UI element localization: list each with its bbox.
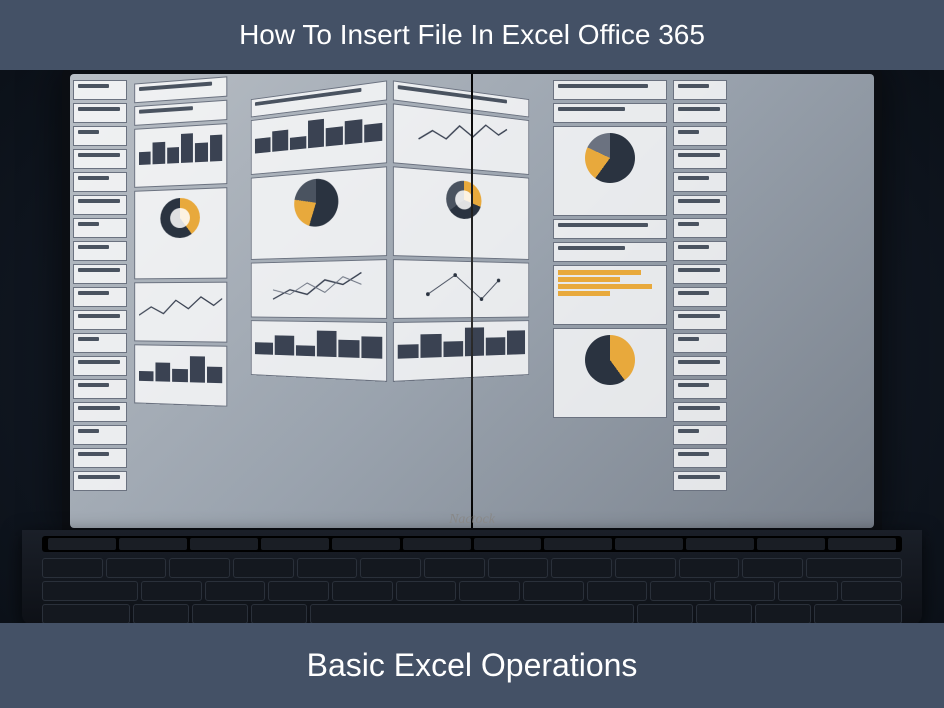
pie-chart-tile [553,328,667,418]
chart-panel-center-right [390,74,532,528]
bar-chart-tile [251,320,387,382]
spreadsheet-row-labels-right [670,74,730,528]
subtitle-text: Basic Excel Operations [307,647,638,683]
donut-chart-tile [393,166,529,260]
laptop-illustration: Nactock [22,66,922,626]
title-banner: How To Insert File In Excel Office 365 [0,0,944,70]
subtitle-banner: Basic Excel Operations [0,623,944,708]
screen-frame [62,66,882,536]
line-chart-tile [134,282,227,343]
bar-chart-tile [393,320,529,382]
donut-chart-tile [134,187,227,279]
pie-chart-tile [251,166,387,260]
line-chart-tile [251,259,387,319]
hbar-chart-tile [553,265,667,325]
screen-content [70,74,874,528]
spreadsheet-row-labels [70,74,130,528]
bar-chart-tile [134,123,227,188]
screen-fold [471,74,473,528]
keyboard [22,530,922,626]
bar-chart-tile [134,344,227,406]
title-text: How To Insert File In Excel Office 365 [239,19,705,50]
touch-bar [42,536,902,552]
chart-panel-center-left [248,74,390,528]
chart-panel-right [550,74,670,528]
pie-chart-tile [553,126,667,216]
scatter-chart-tile [393,259,529,319]
chart-panel-left [131,74,230,528]
laptop-brand-label: Nactock [449,512,495,528]
